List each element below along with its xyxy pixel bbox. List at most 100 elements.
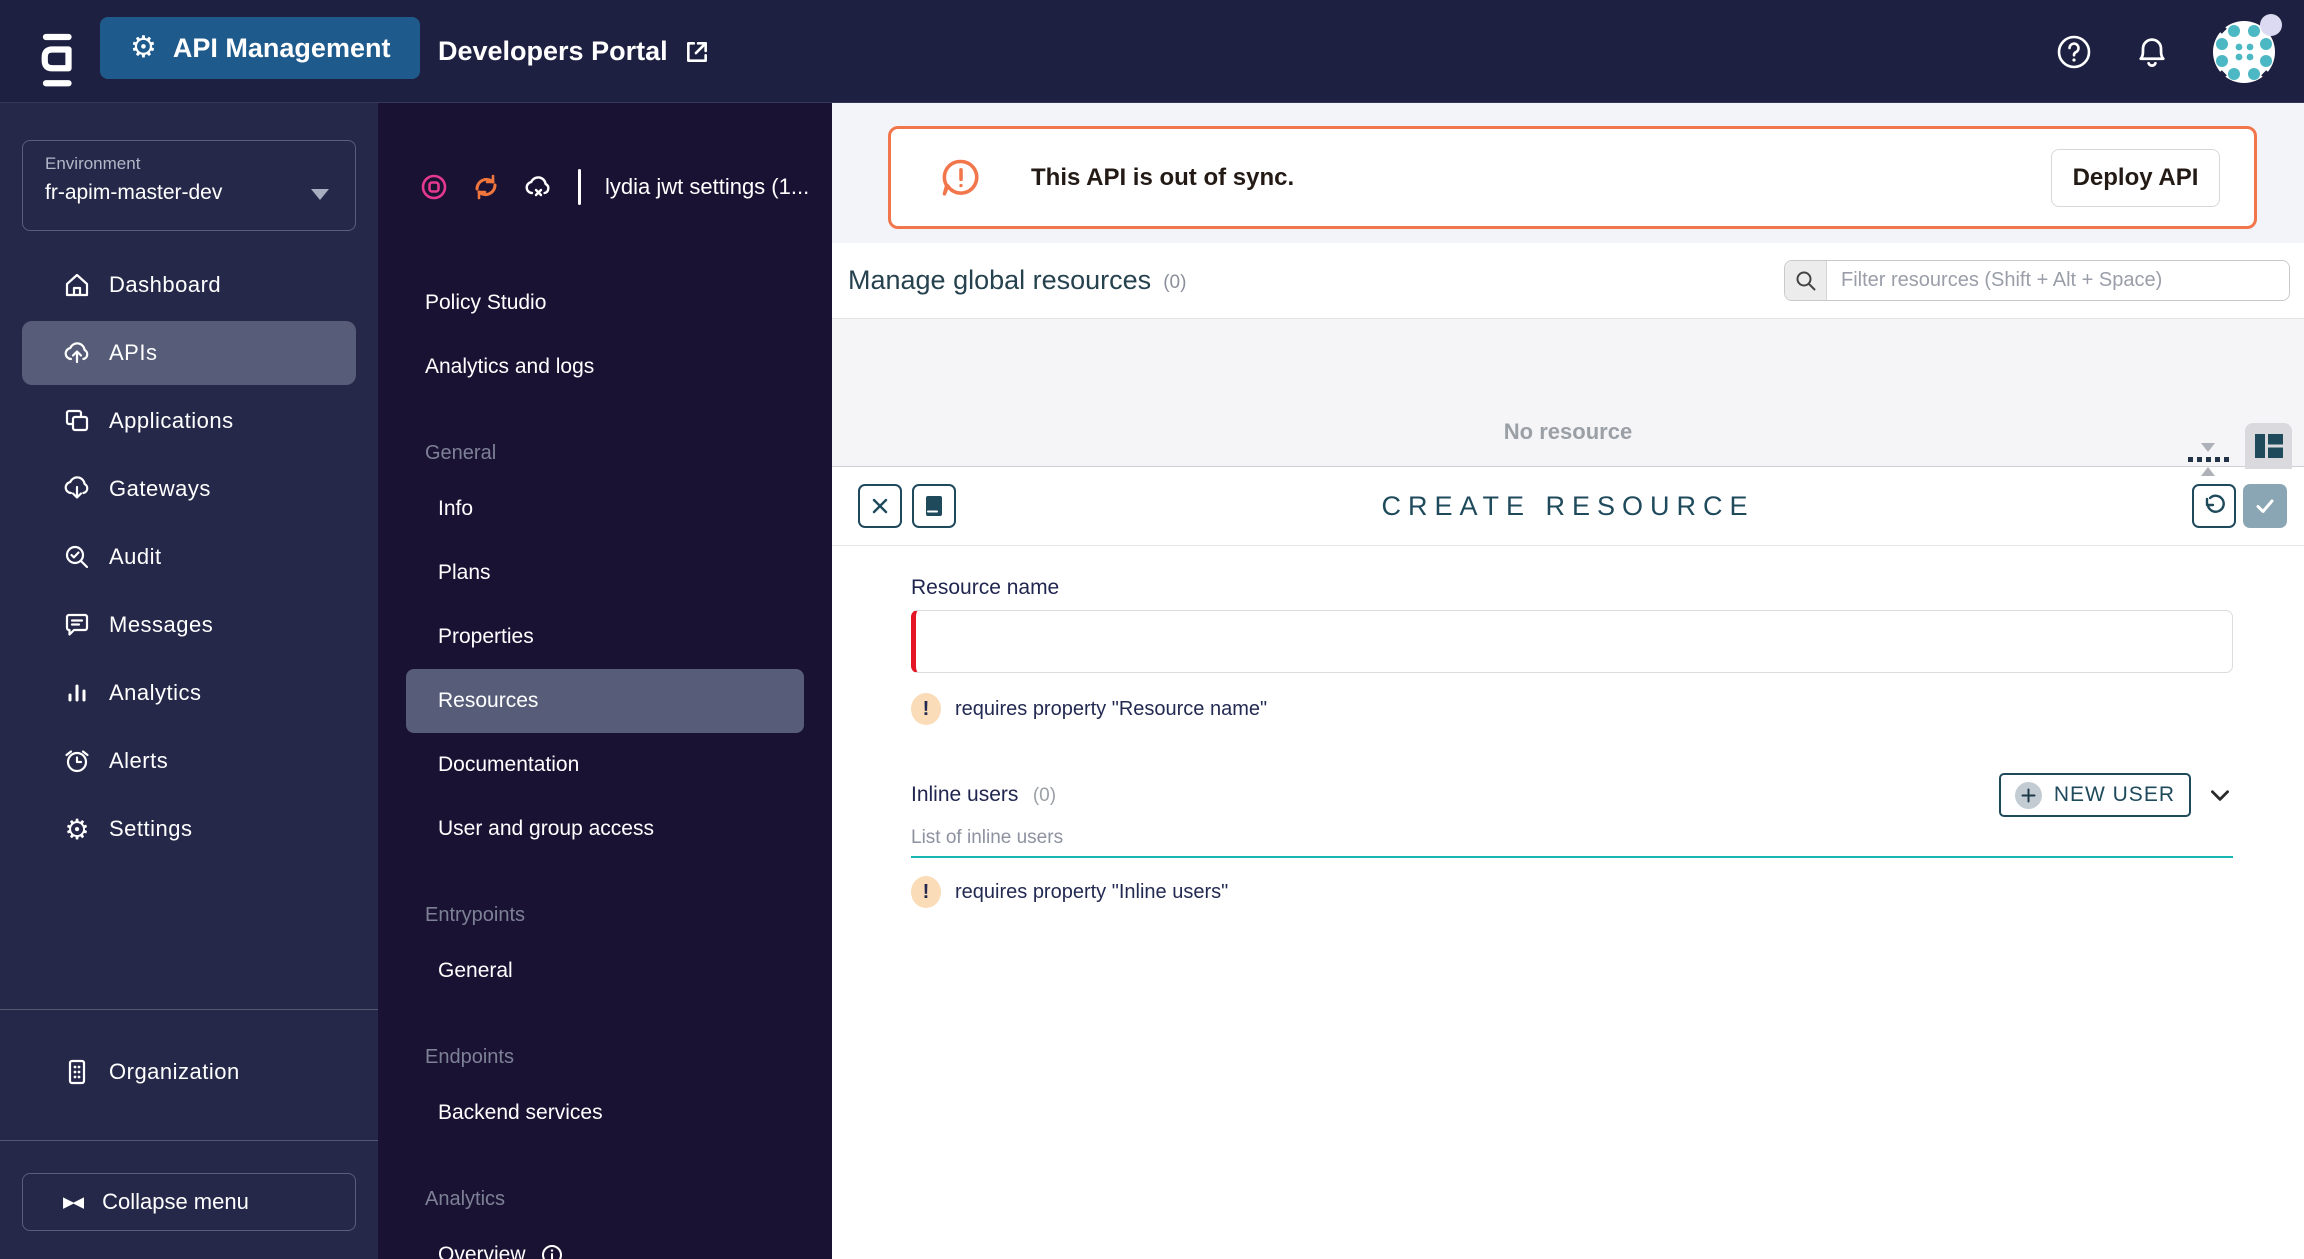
triangle-up-icon [2201,467,2215,476]
user-avatar[interactable] [2212,13,2282,84]
api-menu-resources[interactable]: Resources [406,669,804,733]
api-menu-info[interactable]: Info [378,477,832,541]
notifications-bell-icon[interactable] [2134,34,2170,70]
cloud-unpublished-icon[interactable] [522,171,554,203]
sidebar-item-messages[interactable]: Messages [22,593,356,657]
new-user-button[interactable]: NEW USER [1998,773,2191,817]
api-menu-backend-services[interactable]: Backend services [378,1081,832,1145]
page-header: Manage global resources (0) [832,243,2304,318]
bar-chart-icon [62,678,92,708]
divider [0,1140,378,1141]
api-menu-properties[interactable]: Properties [378,605,832,669]
triangle-down-icon [2201,443,2215,452]
gear-icon: ⚙ [130,31,157,64]
sidebar-item-settings[interactable]: ⚙ Settings [22,797,356,861]
inline-users-underline [911,856,2233,858]
main-sidebar: Environment fr-apim-master-dev Dashboard… [0,103,378,1259]
banner-message: This API is out of sync. [1031,163,1295,191]
inline-users-hint: List of inline users [911,827,1064,848]
panel-resize-handle[interactable] [2187,443,2229,476]
resource-name-input[interactable] [911,610,2233,673]
audit-search-check-icon [62,542,92,572]
cloud-upload-icon [62,338,92,368]
api-menu-documentation[interactable]: Documentation [378,733,832,797]
check-icon [2256,499,2274,513]
applications-icon [62,406,92,436]
api-menu-policy-studio[interactable]: Policy Studio [378,271,832,335]
divider [578,169,581,205]
panel-title: CREATE RESOURCE [1381,491,1755,521]
record-stop-icon[interactable] [418,171,450,203]
create-resource-panel: CREATE RESOURCE Resource name ! requires… [832,466,2304,1259]
collapse-icon: ▶◀ [63,1194,84,1211]
main-content: This API is out of sync. Deploy API Mana… [832,103,2304,1259]
api-section-endpoints: Endpoints [425,1046,514,1068]
api-sidebar: lydia jwt settings (1... Policy Studio A… [378,103,832,1259]
app-window: ⚙ API Management Developers Portal Envir… [0,0,2304,1259]
empty-state-text: No resource [1503,419,1633,444]
resource-count: (0) [1163,271,1187,293]
api-title: lydia jwt settings (1... [605,174,810,199]
gear-icon: ⚙ [64,813,90,845]
page-title: Manage global resources [848,265,1152,295]
cloud-download-icon [62,474,92,504]
reset-icon [2205,494,2225,513]
developers-portal-link[interactable]: Developers Portal [438,0,710,103]
sidebar-nav: Dashboard APIs Applications Gateways Aud… [0,253,378,861]
resource-name-error: ! requires property "Resource name" [911,693,2233,725]
chevron-down-icon[interactable] [2207,782,2233,808]
gravitee-logo-icon[interactable] [36,32,76,87]
collapse-menu-button[interactable]: ▶◀ Collapse menu [22,1173,356,1231]
filter-resources-field [1784,260,2290,301]
sidebar-item-dashboard[interactable]: Dashboard [22,253,356,317]
panel-header: CREATE RESOURCE [832,467,2304,546]
resources-table-area: No resource [832,319,2304,466]
api-section-analytics: Analytics [425,1188,506,1210]
environment-selector[interactable]: Environment fr-apim-master-dev [22,140,356,231]
sync-icon[interactable] [470,171,502,203]
api-menu-overview[interactable]: Overview [378,1223,832,1259]
external-link-icon [686,41,707,62]
sidebar-item-gateways[interactable]: Gateways [22,457,356,521]
close-button[interactable] [858,484,902,528]
api-menu-entrypoints-general[interactable]: General [378,939,832,1003]
api-menu-analytics-and-logs[interactable]: Analytics and logs [378,335,832,399]
inline-users-labels: Inline users (0) [911,783,1056,807]
sidebar-item-organization[interactable]: Organization [22,1040,356,1104]
inline-users-row: Inline users (0) NEW USER [911,773,2233,817]
chevron-down-icon [311,189,329,200]
sidebar-item-applications[interactable]: Applications [22,389,356,453]
sidebar-item-audit[interactable]: Audit [22,525,356,589]
api-section-general: General [425,442,497,464]
search-icon [1785,261,1827,300]
book-icon [926,496,942,516]
api-management-label: API Management [172,32,391,63]
developers-portal-label: Developers Portal [438,36,668,66]
sidebar-item-apis[interactable]: APIs [22,321,356,385]
layout-icon [2254,434,2283,458]
sidebar-item-alerts[interactable]: Alerts [22,729,356,793]
panel-layout-toggle[interactable] [2245,423,2292,469]
close-icon [872,498,888,514]
error-icon: ! [911,693,941,725]
environment-value: fr-apim-master-dev [45,181,223,204]
reset-button[interactable] [2192,484,2236,528]
api-menu-plans[interactable]: Plans [378,541,832,605]
deploy-api-button[interactable]: Deploy API [2051,148,2220,207]
panel-body: Resource name ! requires property "Resou… [832,546,2304,908]
alarm-clock-icon [62,746,92,776]
documentation-button[interactable] [912,484,956,528]
filter-resources-input[interactable] [1827,261,2289,300]
topbar-actions [2056,0,2282,103]
drag-dots-icon [2187,457,2229,462]
info-icon [540,1243,564,1259]
api-management-chip[interactable]: ⚙ API Management [100,17,421,79]
save-button[interactable] [2243,484,2287,528]
sidebar-item-analytics[interactable]: Analytics [22,661,356,725]
api-menu-user-group-access[interactable]: User and group access [378,797,832,861]
inline-users-actions: NEW USER [1998,773,2233,817]
messages-icon [62,610,92,640]
inline-users-label: Inline users [911,783,1019,806]
inline-users-error: ! requires property "Inline users" [911,876,2233,908]
help-icon[interactable] [2056,34,2092,70]
